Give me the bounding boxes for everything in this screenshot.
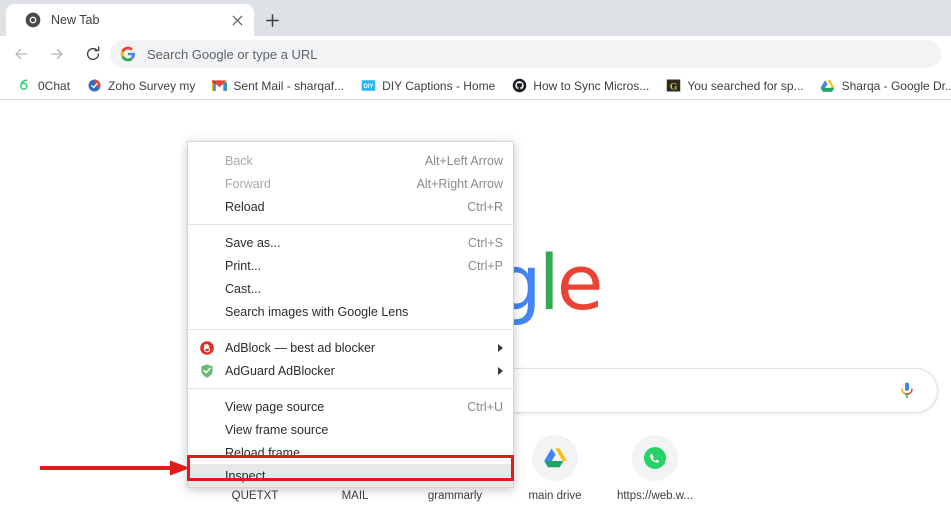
context-menu: Back Alt+Left Arrow Forward Alt+Right Ar… bbox=[187, 141, 514, 488]
menu-item-accelerator: Ctrl+R bbox=[467, 199, 503, 214]
google-drive-icon bbox=[820, 78, 836, 94]
menu-item-label: View frame source bbox=[225, 422, 329, 437]
bookmark-label: You searched for sp... bbox=[687, 78, 804, 93]
tab-title: New Tab bbox=[51, 13, 100, 27]
bookmark-label: 0Chat bbox=[38, 78, 71, 93]
g-square-icon: G bbox=[665, 78, 681, 94]
chevron-right-icon bbox=[498, 366, 503, 375]
menu-item-label: Inspect bbox=[225, 468, 266, 483]
menu-item-inspect[interactable]: Inspect bbox=[188, 464, 513, 487]
menu-separator bbox=[188, 224, 513, 225]
menu-item-view-page-source[interactable]: View page source Ctrl+U bbox=[188, 395, 513, 418]
bookmark-sent-mail[interactable]: Sent Mail - sharqaf... bbox=[205, 75, 350, 97]
bookmark-0chat[interactable]: 0Chat bbox=[10, 75, 76, 97]
menu-item-accelerator: Ctrl+U bbox=[467, 399, 503, 414]
google-g-icon bbox=[120, 46, 136, 62]
menu-item-forward[interactable]: Forward Alt+Right Arrow bbox=[188, 172, 513, 195]
menu-item-reload-frame[interactable]: Reload frame bbox=[188, 441, 513, 464]
menu-item-adblock[interactable]: AdBlock — best ad blocker bbox=[188, 336, 513, 359]
svg-text:G: G bbox=[670, 81, 678, 92]
menu-item-print[interactable]: Print... Ctrl+P bbox=[188, 254, 513, 277]
bookmark-label: Sharqa - Google Dr... bbox=[841, 78, 951, 93]
bookmark-label: How to Sync Micros... bbox=[533, 78, 650, 93]
menu-separator bbox=[188, 388, 513, 389]
menu-item-cast[interactable]: Cast... bbox=[188, 277, 513, 300]
chevron-right-icon bbox=[498, 343, 503, 352]
shortcut-label: MAIL bbox=[341, 490, 369, 502]
menu-item-label: Cast... bbox=[225, 281, 262, 296]
new-tab-button[interactable] bbox=[258, 6, 286, 34]
bookmark-you-searched-for[interactable]: G You searched for sp... bbox=[659, 75, 809, 97]
logo-letter: e bbox=[556, 238, 604, 327]
menu-item-reload[interactable]: Reload Ctrl+R bbox=[188, 195, 513, 218]
svg-text:DIY: DIY bbox=[363, 84, 373, 90]
shortcut-label: https://web.w... bbox=[616, 490, 694, 502]
chrome-icon bbox=[24, 12, 41, 29]
context-menu-group: Back Alt+Left Arrow Forward Alt+Right Ar… bbox=[188, 149, 513, 218]
menu-item-accelerator: Ctrl+P bbox=[467, 258, 503, 273]
address-bar[interactable]: Search Google or type a URL bbox=[110, 40, 941, 68]
gmail-icon bbox=[211, 78, 227, 94]
menu-item-back[interactable]: Back Alt+Left Arrow bbox=[188, 149, 513, 172]
ochat-icon bbox=[16, 78, 32, 94]
google-drive-icon bbox=[532, 435, 578, 481]
diy-icon: DIY bbox=[360, 78, 376, 94]
reload-icon[interactable] bbox=[78, 39, 108, 69]
menu-item-label: Print... bbox=[225, 258, 262, 273]
github-icon bbox=[511, 78, 527, 94]
shortcut-whatsapp[interactable]: https://web.w... bbox=[605, 435, 705, 502]
bookmark-sharqa-google-drive[interactable]: Sharqa - Google Dr... bbox=[814, 75, 951, 97]
menu-item-search-images-google-lens[interactable]: Search images with Google Lens bbox=[188, 300, 513, 323]
browser-window: New Tab Search Google or type a URL 0Cha… bbox=[0, 0, 951, 526]
logo-letter: l bbox=[538, 238, 560, 327]
close-icon[interactable] bbox=[228, 11, 246, 29]
tab-strip: New Tab bbox=[0, 0, 951, 36]
address-bar-text: Search Google or type a URL bbox=[147, 46, 318, 62]
menu-item-label: View page source bbox=[225, 399, 325, 414]
menu-item-label: Search images with Google Lens bbox=[225, 304, 409, 319]
menu-item-label: Reload bbox=[225, 199, 265, 214]
bookmark-label: DIY Captions - Home bbox=[382, 78, 496, 93]
menu-item-save-as[interactable]: Save as... Ctrl+S bbox=[188, 231, 513, 254]
bookmarks-bar: 0Chat Zoho Survey my Sent Mail - sharqaf… bbox=[0, 72, 951, 100]
shortcut-label: grammarly bbox=[427, 490, 483, 502]
menu-item-label: Reload frame bbox=[225, 445, 301, 460]
menu-item-accelerator: Ctrl+S bbox=[467, 235, 503, 250]
bookmark-zoho-survey[interactable]: Zoho Survey my bbox=[80, 75, 201, 97]
zoho-icon bbox=[86, 78, 102, 94]
menu-item-label: Save as... bbox=[225, 235, 281, 250]
bookmark-how-to-sync[interactable]: How to Sync Micros... bbox=[505, 75, 655, 97]
shortcut-label: main drive bbox=[528, 490, 582, 502]
adguard-icon bbox=[198, 362, 216, 380]
shortcut-main-drive[interactable]: main drive bbox=[505, 435, 605, 502]
context-menu-group: View page source Ctrl+U View frame sourc… bbox=[188, 395, 513, 487]
menu-separator bbox=[188, 329, 513, 330]
menu-item-view-frame-source[interactable]: View frame source bbox=[188, 418, 513, 441]
shortcut-label: QUETXT bbox=[231, 490, 279, 502]
annotation-arrow bbox=[38, 455, 193, 481]
menu-item-label: AdBlock — best ad blocker bbox=[225, 340, 376, 355]
back-arrow-icon[interactable] bbox=[6, 39, 36, 69]
tab-new-tab[interactable]: New Tab bbox=[6, 4, 254, 36]
menu-item-label: AdGuard AdBlocker bbox=[225, 363, 335, 378]
menu-item-adguard[interactable]: AdGuard AdBlocker bbox=[188, 359, 513, 382]
microphone-icon[interactable] bbox=[897, 380, 919, 402]
whatsapp-icon bbox=[632, 435, 678, 481]
menu-item-accelerator: Alt+Left Arrow bbox=[424, 153, 503, 168]
context-menu-group: Save as... Ctrl+S Print... Ctrl+P Cast..… bbox=[188, 231, 513, 323]
bookmark-label: Sent Mail - sharqaf... bbox=[233, 78, 345, 93]
forward-arrow-icon[interactable] bbox=[42, 39, 72, 69]
menu-item-label: Back bbox=[225, 153, 253, 168]
context-menu-group: AdBlock — best ad blocker AdGuard AdBloc… bbox=[188, 336, 513, 382]
menu-item-accelerator: Alt+Right Arrow bbox=[416, 176, 504, 191]
bookmark-diy-captions[interactable]: DIY DIY Captions - Home bbox=[354, 75, 501, 97]
adblock-icon bbox=[198, 339, 216, 357]
bookmark-label: Zoho Survey my bbox=[108, 78, 196, 93]
menu-item-label: Forward bbox=[225, 176, 271, 191]
